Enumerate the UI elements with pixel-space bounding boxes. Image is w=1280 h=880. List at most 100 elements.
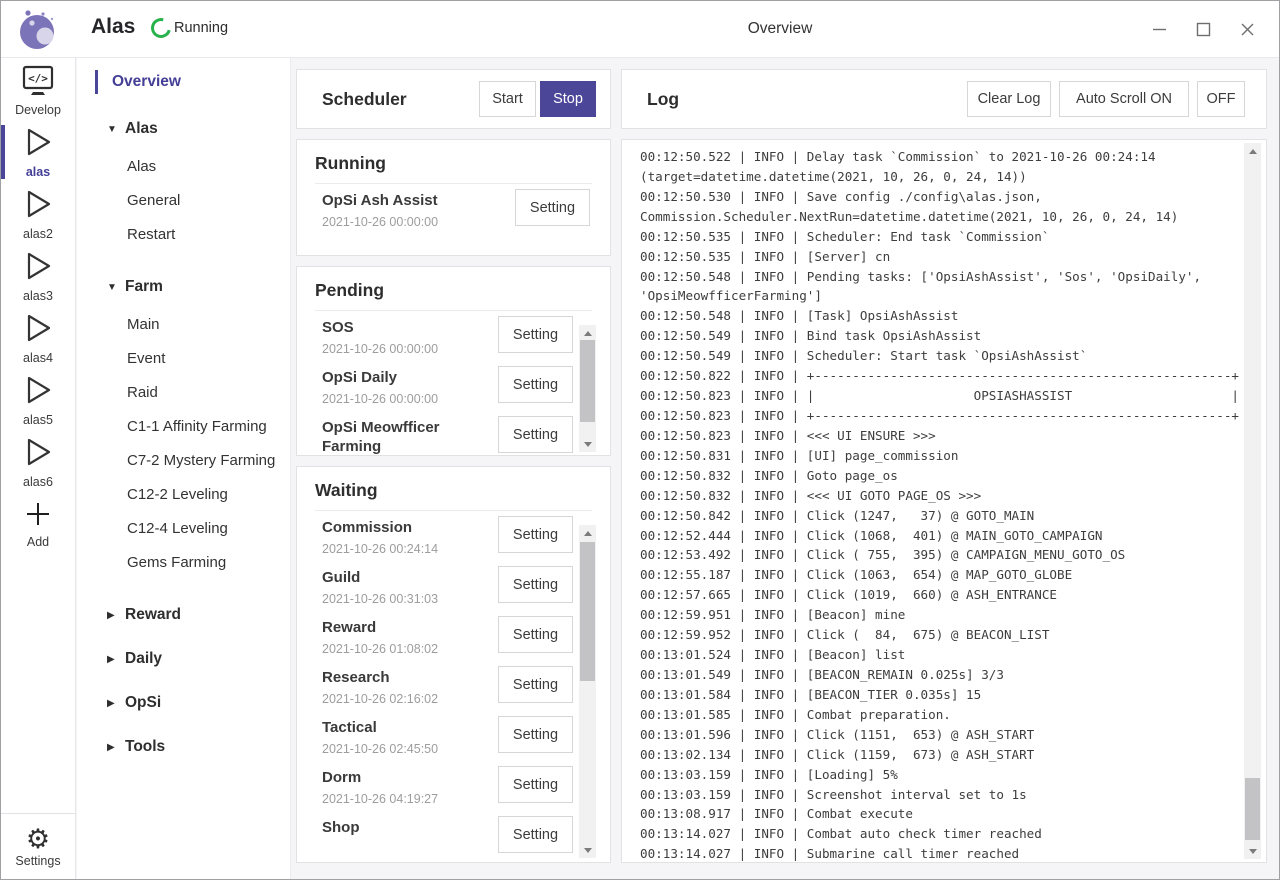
nav-item[interactable]: C7-2 Mystery Farming bbox=[93, 445, 290, 479]
nav-group-alas[interactable]: ▼ Alas bbox=[93, 119, 290, 139]
setting-button[interactable]: Setting bbox=[498, 516, 573, 553]
clear-log-button[interactable]: Clear Log bbox=[967, 81, 1051, 117]
log-line: 00:12:50.548 | INFO | [Task] OpsiAshAssi… bbox=[640, 306, 1242, 326]
scroll-up-icon[interactable] bbox=[579, 325, 596, 341]
nav-item[interactable]: Event bbox=[93, 343, 290, 377]
waiting-scrollbar[interactable] bbox=[579, 525, 596, 858]
nav-group-daily[interactable]: ▶ Daily bbox=[93, 649, 290, 669]
settings-button[interactable]: ⚙ Settings bbox=[1, 813, 75, 879]
nav-item[interactable]: C12-2 Leveling bbox=[93, 479, 290, 513]
scrollbar-thumb[interactable] bbox=[580, 542, 595, 681]
task-row: OpSi Meowfficer Farming Setting bbox=[322, 416, 610, 455]
sidebar-item-label: Add bbox=[27, 535, 49, 549]
active-indicator bbox=[95, 70, 98, 94]
nav-panel: Overview ▼ Alas AlasGeneralRestart ▼ Far… bbox=[77, 58, 291, 879]
nav-item[interactable]: C12-4 Leveling bbox=[93, 513, 290, 547]
play-icon bbox=[21, 312, 55, 349]
log-line: 00:13:01.585 | INFO | Combat preparation… bbox=[640, 705, 1242, 725]
add-instance-button[interactable]: Add bbox=[1, 494, 75, 554]
log-line: 00:12:59.952 | INFO | Click ( 84, 675) @… bbox=[640, 625, 1242, 645]
log-line: 00:12:50.530 | INFO | Save config ./conf… bbox=[640, 187, 1242, 207]
scheduler-column: Scheduler Start Stop Running OpSi Ash As… bbox=[296, 69, 611, 863]
scrollbar-thumb[interactable] bbox=[580, 340, 595, 422]
nav-item[interactable]: Restart bbox=[93, 219, 290, 253]
auto-scroll-off-button[interactable]: OFF bbox=[1197, 81, 1245, 117]
scroll-up-icon[interactable] bbox=[1244, 143, 1261, 159]
setting-button[interactable]: Setting bbox=[498, 566, 573, 603]
setting-button[interactable]: Setting bbox=[498, 616, 573, 653]
nav-item-overview[interactable]: Overview bbox=[93, 69, 290, 95]
nav-group-reward[interactable]: ▶ Reward bbox=[93, 605, 290, 625]
sidebar-item-alas6[interactable]: alas6 bbox=[1, 432, 75, 492]
window-controls bbox=[1137, 1, 1269, 58]
scroll-up-icon[interactable] bbox=[579, 525, 596, 541]
task-name: SOS bbox=[322, 316, 494, 337]
scroll-down-icon[interactable] bbox=[579, 842, 596, 858]
nav-group-farm[interactable]: ▼ Farm bbox=[93, 277, 290, 297]
log-line: 00:12:50.549 | INFO | Scheduler: Start t… bbox=[640, 346, 1242, 366]
scroll-down-icon[interactable] bbox=[1244, 843, 1261, 859]
nav-item[interactable]: Main bbox=[93, 309, 290, 343]
nav-item[interactable]: General bbox=[93, 185, 290, 219]
auto-scroll-on-button[interactable]: Auto Scroll ON bbox=[1059, 81, 1189, 117]
log-line: 00:12:57.665 | INFO | Click (1019, 660) … bbox=[640, 585, 1242, 605]
pending-scrollbar[interactable] bbox=[579, 325, 596, 452]
log-lines: 00:12:50.522 | INFO | Delay task `Commis… bbox=[640, 147, 1242, 863]
waiting-list: Commission 2021-10-26 00:24:14 Setting G… bbox=[297, 511, 610, 862]
running-card: Running OpSi Ash Assist 2021-10-26 00:00… bbox=[296, 139, 611, 256]
task-row: Reward 2021-10-26 01:08:02 Setting bbox=[322, 616, 610, 666]
nav-group-tools[interactable]: ▶ Tools bbox=[93, 737, 290, 757]
log-line: 00:13:02.134 | INFO | Click (1159, 673) … bbox=[640, 745, 1242, 765]
minimize-button[interactable] bbox=[1137, 10, 1181, 50]
task-row: Shop Setting bbox=[322, 816, 610, 862]
log-buttons: Clear Log Auto Scroll ON OFF bbox=[967, 81, 1245, 117]
chevron-right-icon: ▶ bbox=[107, 654, 125, 665]
start-button[interactable]: Start bbox=[479, 81, 536, 117]
nav-group-opsi[interactable]: ▶ OpSi bbox=[93, 693, 290, 713]
sidebar-item-alas[interactable]: alas bbox=[1, 122, 75, 182]
task-row: Tactical 2021-10-26 02:45:50 Setting bbox=[322, 716, 610, 766]
scrollbar-thumb[interactable] bbox=[1245, 778, 1260, 840]
nav-item[interactable]: Alas bbox=[93, 151, 290, 185]
sidebar-item-alas4[interactable]: alas4 bbox=[1, 308, 75, 368]
instance-sidebar: </> Develop alas alas2 alas3 bbox=[1, 58, 76, 879]
play-icon bbox=[21, 250, 55, 287]
nav-item[interactable]: Raid bbox=[93, 377, 290, 411]
setting-button[interactable]: Setting bbox=[515, 189, 590, 226]
nav-item[interactable]: Gems Farming bbox=[93, 547, 290, 581]
chevron-right-icon: ▶ bbox=[107, 742, 125, 753]
close-button[interactable] bbox=[1225, 10, 1269, 50]
play-icon bbox=[21, 126, 55, 163]
play-icon bbox=[21, 374, 55, 411]
log-line: 00:12:50.522 | INFO | Delay task `Commis… bbox=[640, 147, 1242, 167]
log-output: 00:12:50.522 | INFO | Delay task `Commis… bbox=[621, 139, 1267, 863]
setting-button[interactable]: Setting bbox=[498, 816, 573, 853]
running-list: OpSi Ash Assist 2021-10-26 00:00:00 Sett… bbox=[297, 184, 610, 255]
sidebar-item-label: alas5 bbox=[23, 413, 53, 427]
maximize-button[interactable] bbox=[1181, 10, 1225, 50]
setting-button[interactable]: Setting bbox=[498, 366, 573, 403]
log-line: 00:12:53.492 | INFO | Click ( 755, 395) … bbox=[640, 545, 1242, 565]
sidebar-item-alas2[interactable]: alas2 bbox=[1, 184, 75, 244]
setting-button[interactable]: Setting bbox=[498, 766, 573, 803]
log-line: 00:12:50.823 | INFO | | OPSIASHASSIST | bbox=[640, 386, 1242, 406]
log-scrollbar[interactable] bbox=[1244, 143, 1261, 859]
setting-button[interactable]: Setting bbox=[498, 666, 573, 703]
task-row: Research 2021-10-26 02:16:02 Setting bbox=[322, 666, 610, 716]
setting-button[interactable]: Setting bbox=[498, 716, 573, 753]
scheduler-title: Scheduler bbox=[322, 89, 479, 110]
nav-item[interactable]: C1-1 Affinity Farming bbox=[93, 411, 290, 445]
task-name: OpSi Meowfficer Farming bbox=[322, 416, 494, 455]
stop-button[interactable]: Stop bbox=[540, 81, 596, 117]
sidebar-item-alas5[interactable]: alas5 bbox=[1, 370, 75, 430]
setting-button[interactable]: Setting bbox=[498, 316, 573, 353]
sidebar-item-develop[interactable]: </> Develop bbox=[1, 60, 75, 120]
status-text: Running bbox=[174, 20, 228, 36]
task-row: OpSi Ash Assist 2021-10-26 00:00:00 Sett… bbox=[322, 189, 610, 239]
log-column: Log Clear Log Auto Scroll ON OFF 00:12:5… bbox=[621, 69, 1267, 863]
sidebar-item-alas3[interactable]: alas3 bbox=[1, 246, 75, 306]
plus-icon bbox=[23, 500, 53, 533]
scroll-down-icon[interactable] bbox=[579, 436, 596, 452]
setting-button[interactable]: Setting bbox=[498, 416, 573, 453]
running-title: Running bbox=[315, 140, 592, 184]
